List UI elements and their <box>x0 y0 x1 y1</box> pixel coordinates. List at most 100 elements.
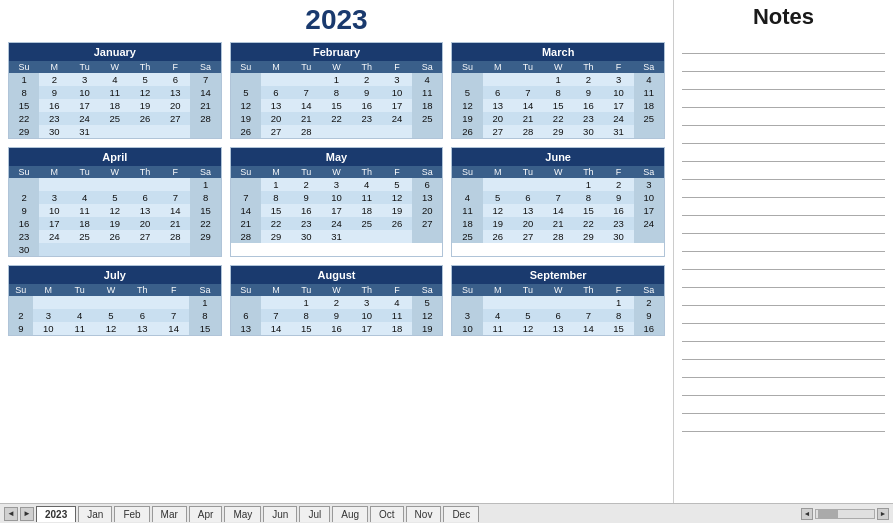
calendar-day[interactable]: 24 <box>634 217 664 230</box>
calendar-day[interactable]: 11 <box>69 204 99 217</box>
calendar-day[interactable]: 6 <box>412 178 442 191</box>
calendar-day[interactable]: 6 <box>160 73 190 86</box>
calendar-day[interactable]: 2 <box>291 178 321 191</box>
calendar-day[interactable]: 1 <box>261 178 291 191</box>
calendar-day[interactable]: 30 <box>573 125 603 138</box>
calendar-day[interactable]: 24 <box>382 112 412 125</box>
calendar-day[interactable]: 5 <box>513 309 543 322</box>
calendar-day[interactable]: 13 <box>231 322 261 335</box>
calendar-day[interactable]: 4 <box>100 73 130 86</box>
calendar-day[interactable]: 25 <box>412 112 442 125</box>
calendar-day[interactable]: 3 <box>33 309 64 322</box>
notes-line[interactable] <box>682 378 885 396</box>
calendar-day[interactable]: 18 <box>412 99 442 112</box>
calendar-day[interactable]: 11 <box>452 204 482 217</box>
calendar-day[interactable]: 26 <box>231 125 261 138</box>
calendar-day[interactable]: 18 <box>69 217 99 230</box>
calendar-day[interactable]: 2 <box>634 296 664 309</box>
calendar-day[interactable]: 10 <box>382 86 412 99</box>
tab-item-dec[interactable]: Dec <box>443 506 479 522</box>
calendar-day[interactable]: 4 <box>382 296 412 309</box>
calendar-day[interactable]: 22 <box>261 217 291 230</box>
notes-line[interactable] <box>682 414 885 432</box>
calendar-day[interactable]: 28 <box>160 230 190 243</box>
calendar-day[interactable]: 15 <box>573 204 603 217</box>
calendar-day[interactable]: 13 <box>160 86 190 99</box>
calendar-day[interactable]: 16 <box>321 322 351 335</box>
calendar-day[interactable]: 8 <box>604 309 634 322</box>
calendar-day[interactable]: 18 <box>352 204 382 217</box>
calendar-day[interactable]: 13 <box>543 322 573 335</box>
notes-line[interactable] <box>682 216 885 234</box>
calendar-day[interactable]: 4 <box>64 309 95 322</box>
calendar-day[interactable]: 4 <box>452 191 482 204</box>
calendar-day[interactable]: 13 <box>412 191 442 204</box>
calendar-day[interactable]: 8 <box>573 191 603 204</box>
calendar-day[interactable]: 7 <box>543 191 573 204</box>
tab-item-2023[interactable]: 2023 <box>36 506 76 522</box>
calendar-day[interactable]: 14 <box>543 204 573 217</box>
calendar-day[interactable]: 12 <box>412 309 442 322</box>
calendar-day[interactable]: 22 <box>573 217 603 230</box>
calendar-day[interactable]: 9 <box>321 309 351 322</box>
calendar-day[interactable]: 25 <box>100 112 130 125</box>
calendar-day[interactable]: 19 <box>100 217 130 230</box>
calendar-day[interactable]: 12 <box>100 204 130 217</box>
calendar-day[interactable]: 26 <box>452 125 482 138</box>
calendar-day[interactable]: 11 <box>634 86 664 99</box>
calendar-day[interactable]: 22 <box>543 112 573 125</box>
notes-line[interactable] <box>682 36 885 54</box>
calendar-day[interactable]: 8 <box>291 309 321 322</box>
calendar-day[interactable]: 27 <box>261 125 291 138</box>
calendar-day[interactable]: 3 <box>382 73 412 86</box>
calendar-day[interactable]: 10 <box>33 322 64 335</box>
calendar-day[interactable]: 14 <box>158 322 189 335</box>
tab-item-jan[interactable]: Jan <box>78 506 112 522</box>
tab-item-nov[interactable]: Nov <box>406 506 442 522</box>
calendar-day[interactable]: 7 <box>190 73 220 86</box>
calendar-day[interactable]: 5 <box>382 178 412 191</box>
calendar-day[interactable]: 3 <box>69 73 99 86</box>
calendar-day[interactable]: 5 <box>95 309 126 322</box>
calendar-day[interactable]: 20 <box>412 204 442 217</box>
calendar-day[interactable]: 21 <box>160 217 190 230</box>
calendar-day[interactable]: 28 <box>190 112 220 125</box>
calendar-day[interactable]: 14 <box>160 204 190 217</box>
calendar-day[interactable]: 24 <box>69 112 99 125</box>
calendar-day[interactable]: 29 <box>9 125 39 138</box>
calendar-day[interactable]: 8 <box>189 309 220 322</box>
calendar-day[interactable]: 11 <box>100 86 130 99</box>
calendar-day[interactable]: 10 <box>39 204 69 217</box>
calendar-day[interactable]: 27 <box>513 230 543 243</box>
notes-line[interactable] <box>682 288 885 306</box>
calendar-day[interactable]: 6 <box>543 309 573 322</box>
calendar-day[interactable]: 16 <box>9 217 39 230</box>
scroll-track[interactable] <box>815 509 875 519</box>
calendar-day[interactable]: 20 <box>513 217 543 230</box>
calendar-day[interactable]: 2 <box>39 73 69 86</box>
calendar-day[interactable]: 8 <box>543 86 573 99</box>
notes-line[interactable] <box>682 108 885 126</box>
calendar-day[interactable]: 30 <box>291 230 321 243</box>
calendar-day[interactable]: 13 <box>483 99 513 112</box>
calendar-day[interactable]: 24 <box>321 217 351 230</box>
calendar-day[interactable]: 20 <box>160 99 190 112</box>
calendar-day[interactable]: 26 <box>382 217 412 230</box>
calendar-day[interactable]: 7 <box>291 86 321 99</box>
tab-item-oct[interactable]: Oct <box>370 506 404 522</box>
notes-line[interactable] <box>682 396 885 414</box>
calendar-day[interactable]: 12 <box>382 191 412 204</box>
calendar-day[interactable]: 8 <box>9 86 39 99</box>
calendar-day[interactable]: 3 <box>352 296 382 309</box>
calendar-day[interactable]: 11 <box>64 322 95 335</box>
calendar-day[interactable]: 1 <box>190 178 220 191</box>
calendar-day[interactable]: 18 <box>100 99 130 112</box>
calendar-day[interactable]: 1 <box>9 73 39 86</box>
calendar-day[interactable]: 23 <box>604 217 634 230</box>
calendar-day[interactable]: 26 <box>100 230 130 243</box>
calendar-day[interactable]: 14 <box>190 86 220 99</box>
calendar-day[interactable]: 15 <box>604 322 634 335</box>
calendar-day[interactable]: 2 <box>604 178 634 191</box>
calendar-day[interactable]: 3 <box>39 191 69 204</box>
calendar-day[interactable]: 30 <box>9 243 39 256</box>
